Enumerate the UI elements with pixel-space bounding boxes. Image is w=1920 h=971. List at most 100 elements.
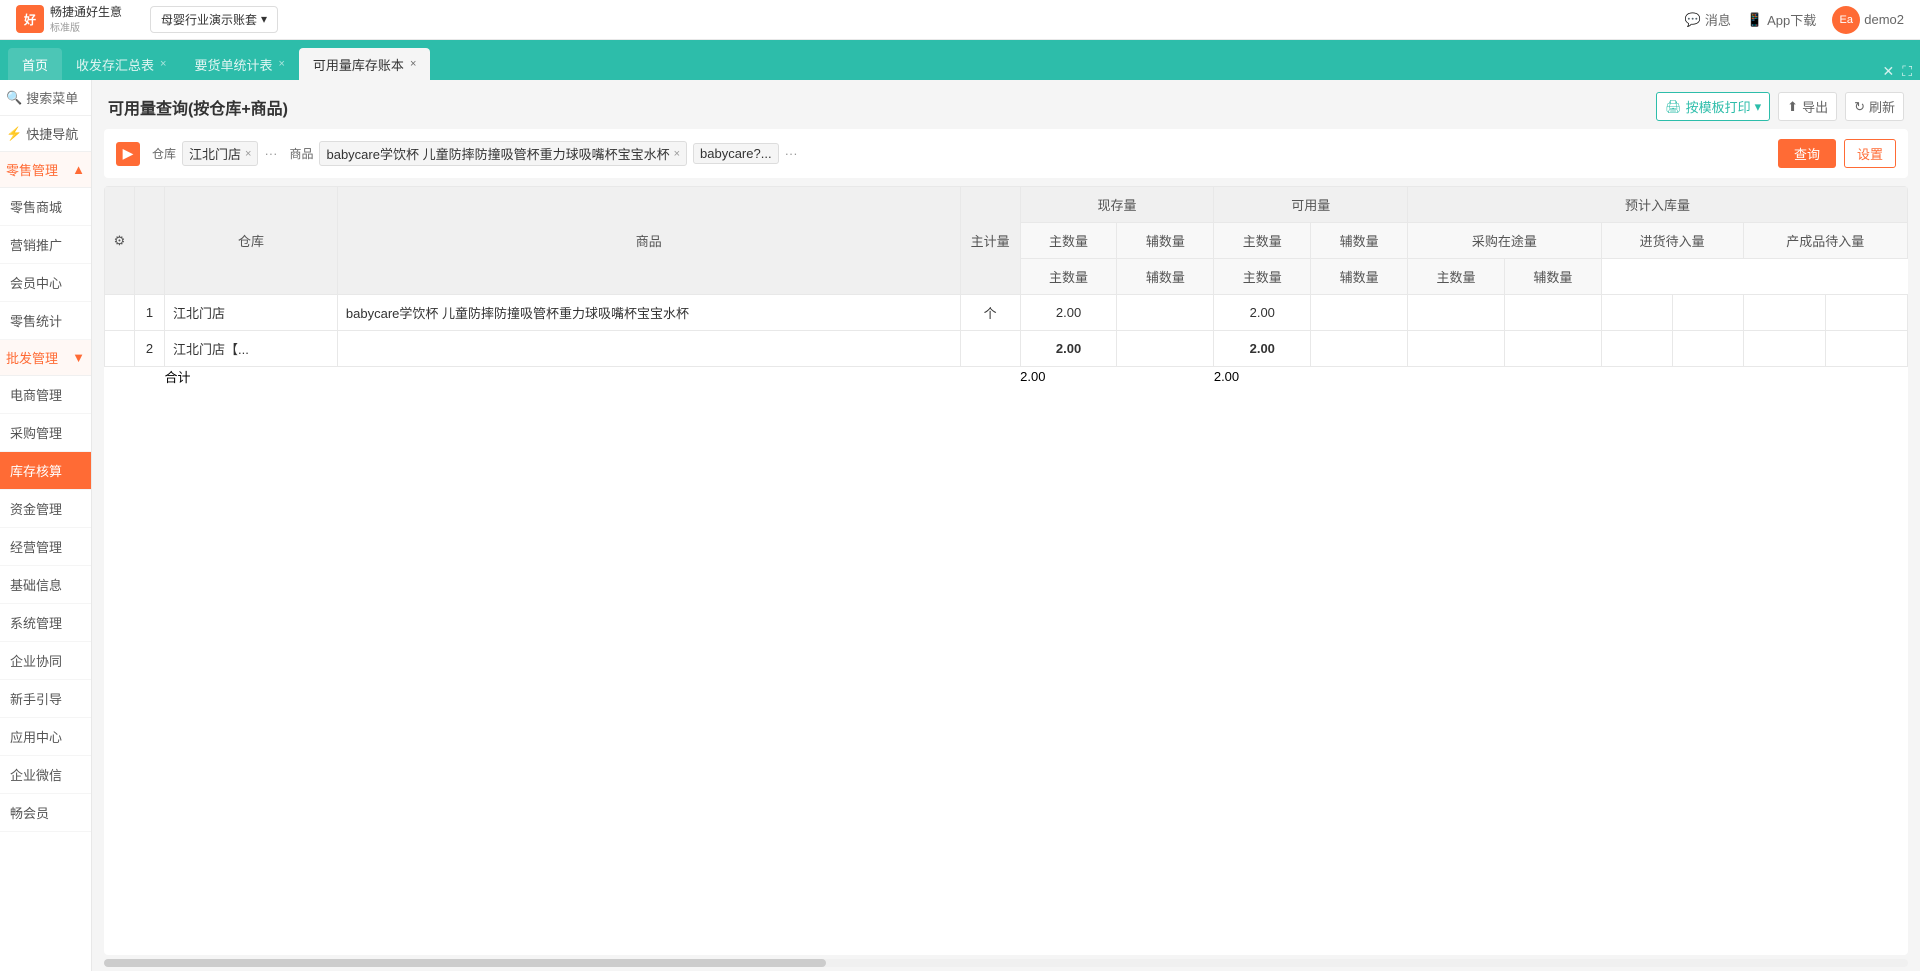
warehouse-filter-tag[interactable]: 江北门店 × xyxy=(182,141,258,166)
col-avail-aux-header: 辅数量 xyxy=(1311,223,1408,259)
col-inbound-header: 进货待入量 xyxy=(1601,223,1743,259)
sidebar-item-newbie-label: 新手引导 xyxy=(10,689,62,708)
tab-keyongliang-close-icon[interactable]: × xyxy=(410,58,416,70)
sidebar-item-retail-stats[interactable]: 零售统计 xyxy=(0,302,91,340)
nav-tab-actions: ✕ ⛶ xyxy=(1882,63,1920,80)
row1-unit: 个 xyxy=(960,295,1020,331)
product-filter-label: 商品 xyxy=(289,145,313,162)
row1-stock-main: 2.00 xyxy=(1020,295,1117,331)
warehouse-remove-icon[interactable]: × xyxy=(245,148,251,160)
product-filter-tag1[interactable]: babycare学饮杯 儿童防摔防撞吸管杯重力球吸嘴杯宝宝水杯 × xyxy=(319,141,687,166)
row1-finished-main xyxy=(1743,295,1825,331)
sidebar-item-marketing-label: 营销推广 xyxy=(10,235,62,254)
sidebar-item-system-label: 系统管理 xyxy=(10,613,62,632)
tab-keyongliang[interactable]: 可用量库存账本 × xyxy=(299,48,430,80)
row2-unit xyxy=(960,331,1020,367)
row2-finished-main xyxy=(1743,331,1825,367)
query-button[interactable]: 查询 xyxy=(1778,139,1836,168)
row1-stock-aux xyxy=(1117,295,1214,331)
sidebar-item-apps[interactable]: 应用中心 xyxy=(0,718,91,756)
tab-shoufa-label: 收发存汇总表 xyxy=(76,55,154,74)
sidebar-quicknav[interactable]: ⚡ 快捷导航 xyxy=(0,116,91,152)
sidebar-item-finance[interactable]: 资金管理 xyxy=(0,490,91,528)
row1-product: babycare学饮杯 儿童防摔防撞吸管杯重力球吸嘴杯宝宝水杯 xyxy=(337,295,960,331)
sidebar-item-inventory[interactable]: 库存核算 xyxy=(0,452,91,490)
user-menu[interactable]: Ea demo2 xyxy=(1832,6,1904,34)
store-name: 母婴行业演示账套 xyxy=(161,11,257,28)
tab-shoufa[interactable]: 收发存汇总表 × xyxy=(62,48,180,80)
sidebar-section-zerosales-chevron: ▲ xyxy=(72,162,85,177)
col-gear[interactable]: ⚙ xyxy=(105,187,135,295)
row2-gear xyxy=(105,331,135,367)
row2-pur-transit-aux xyxy=(1504,331,1601,367)
col-stock-aux-header: 辅数量 xyxy=(1117,223,1214,259)
sidebar-item-operations-label: 经营管理 xyxy=(10,537,62,556)
col-inbound-aux: 辅数量 xyxy=(1311,259,1408,295)
col-forecast-header: 预计入库量 xyxy=(1408,187,1908,223)
product-dots-icon[interactable]: ··· xyxy=(785,146,798,161)
tab-keyongliang-label: 可用量库存账本 xyxy=(313,55,404,74)
table-row: 2 江北门店【... 2.00 2.00 xyxy=(105,331,1908,367)
top-bar-left: 好 畅捷通好生意 标准版 母婴行业演示账套 ▾ xyxy=(16,5,278,34)
logo-icon: 好 xyxy=(16,5,44,33)
total-stock-main: 2.00 xyxy=(1020,367,1117,387)
sidebar-item-operations[interactable]: 经营管理 xyxy=(0,528,91,566)
sidebar: 🔍 搜索菜单 ⚡ 快捷导航 零售管理 ▲ 零售商城 营销推广 会员中心 零售统计… xyxy=(0,80,92,971)
row2-product xyxy=(337,331,960,367)
maximize-icon[interactable]: ⛶ xyxy=(1902,63,1912,80)
scrollbar-thumb[interactable] xyxy=(104,959,826,967)
sidebar-item-members[interactable]: 会员中心 xyxy=(0,264,91,302)
template-chevron-icon: ▾ xyxy=(1755,99,1762,115)
tab-home-label: 首页 xyxy=(22,55,48,74)
settings-button[interactable]: 设置 xyxy=(1844,139,1896,168)
sidebar-item-zerosales-mall[interactable]: 零售商城 xyxy=(0,188,91,226)
tab-yaohuo-close-icon[interactable]: × xyxy=(278,58,284,70)
filter-expand-button[interactable]: ▶ xyxy=(116,142,140,166)
sidebar-item-newbie[interactable]: 新手引导 xyxy=(0,680,91,718)
sidebar-item-enterprise[interactable]: 企业协同 xyxy=(0,642,91,680)
total-pur-transit-main xyxy=(1408,367,1505,387)
filter-bar: ▶ 仓库 江北门店 × ··· 商品 babycare学饮杯 儿童防摔防撞吸管杯… xyxy=(104,129,1908,178)
col-finished-aux: 辅数量 xyxy=(1504,259,1601,295)
sidebar-item-purchase[interactable]: 采购管理 xyxy=(0,414,91,452)
total-finished-aux xyxy=(1825,367,1907,387)
top-bar: 好 畅捷通好生意 标准版 母婴行业演示账套 ▾ 💬 消息 📱 App下载 Ea … xyxy=(0,0,1920,40)
sidebar-section-wholesale-label: 批发管理 xyxy=(6,348,58,367)
close-all-tabs-icon[interactable]: ✕ xyxy=(1882,63,1894,80)
row1-pur-transit-aux xyxy=(1504,295,1601,331)
sidebar-section-wholesale[interactable]: 批发管理 ▼ xyxy=(0,340,91,376)
sidebar-item-apps-label: 应用中心 xyxy=(10,727,62,746)
total-pur-transit-aux xyxy=(1504,367,1601,387)
sidebar-search-label: 搜索菜单 xyxy=(26,88,78,107)
product-filter-tag2[interactable]: babycare?... xyxy=(693,143,779,164)
export-button[interactable]: ⬆ 导出 xyxy=(1778,92,1837,121)
tab-yaohuo[interactable]: 要货单统计表 × xyxy=(180,48,298,80)
sidebar-item-ecommerce[interactable]: 电商管理 xyxy=(0,376,91,414)
sidebar-item-basic-info[interactable]: 基础信息 xyxy=(0,566,91,604)
tab-home[interactable]: 首页 xyxy=(8,48,62,80)
sidebar-item-marketing[interactable]: 营销推广 xyxy=(0,226,91,264)
col-index-header xyxy=(135,187,165,295)
app-download-button[interactable]: 📱 App下载 xyxy=(1747,10,1816,29)
sidebar-item-system[interactable]: 系统管理 xyxy=(0,604,91,642)
sidebar-item-member-label: 畅会员 xyxy=(10,803,49,822)
row2-avail-aux xyxy=(1311,331,1408,367)
template-print-button[interactable]: 🖨 按模板打印 ▾ xyxy=(1656,92,1770,121)
col-pur-transit-header: 采购在途量 xyxy=(1408,223,1602,259)
product-tag-value1: babycare学饮杯 儿童防摔防撞吸管杯重力球吸嘴杯宝宝水杯 xyxy=(326,144,669,163)
sidebar-section-zerosales[interactable]: 零售管理 ▲ xyxy=(0,152,91,188)
col-avail-main-header: 主数量 xyxy=(1214,223,1311,259)
message-button[interactable]: 💬 消息 xyxy=(1685,10,1731,29)
store-selector[interactable]: 母婴行业演示账套 ▾ xyxy=(150,6,278,33)
horizontal-scrollbar[interactable] xyxy=(104,959,1908,967)
sidebar-item-member[interactable]: 畅会员 xyxy=(0,794,91,832)
tab-shoufa-close-icon[interactable]: × xyxy=(160,58,166,70)
warehouse-dots-icon[interactable]: ··· xyxy=(264,146,277,161)
product-tag1-remove-icon[interactable]: × xyxy=(674,148,680,160)
sidebar-item-wechat[interactable]: 企业微信 xyxy=(0,756,91,794)
quicknav-icon: ⚡ xyxy=(6,126,22,142)
sidebar-search[interactable]: 🔍 搜索菜单 xyxy=(0,80,91,116)
col-finished-main: 主数量 xyxy=(1408,259,1505,295)
warehouse-filter-group: 仓库 江北门店 × ··· xyxy=(152,141,277,166)
refresh-button[interactable]: ↻ 刷新 xyxy=(1845,92,1904,121)
